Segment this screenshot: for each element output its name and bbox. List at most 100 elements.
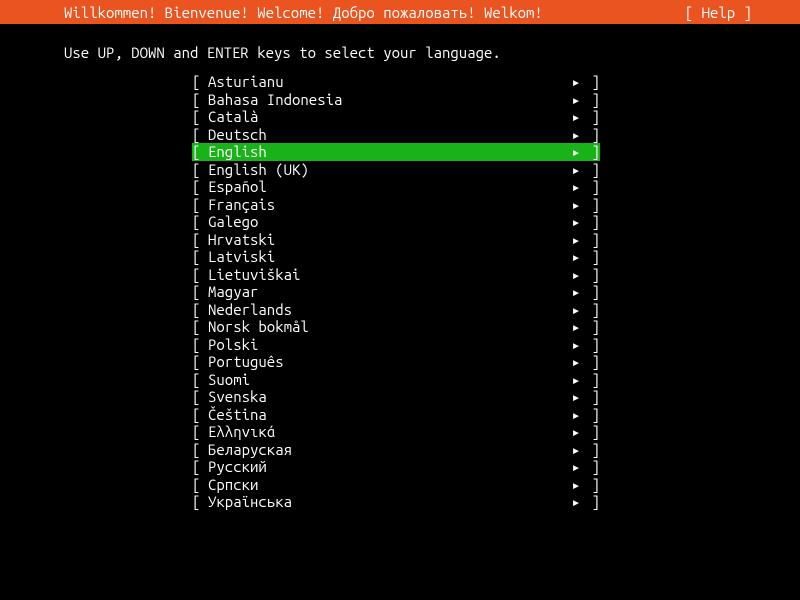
language-item[interactable]: [ Norsk bokmål▸ ] (192, 318, 600, 336)
language-item[interactable]: [ English▸ ] (192, 143, 600, 161)
bracket-close: ] (584, 283, 600, 301)
bracket-close: ] (584, 423, 600, 441)
language-item[interactable]: [ Latviski▸ ] (192, 248, 600, 266)
language-label: Bahasa Indonesia (208, 91, 568, 109)
bracket-open: [ (192, 458, 208, 476)
submenu-arrow-icon: ▸ (568, 126, 584, 144)
language-label: Français (208, 196, 568, 214)
bracket-close: ] (584, 178, 600, 196)
bracket-open: [ (192, 91, 208, 109)
language-item[interactable]: [ Српски▸ ] (192, 476, 600, 494)
submenu-arrow-icon: ▸ (568, 493, 584, 511)
bracket-open: [ (192, 231, 208, 249)
bracket-close: ] (584, 213, 600, 231)
submenu-arrow-icon: ▸ (568, 388, 584, 406)
language-item[interactable]: [ Čeština▸ ] (192, 406, 600, 424)
language-label: Српски (208, 476, 568, 494)
bracket-close: ] (584, 493, 600, 511)
submenu-arrow-icon: ▸ (568, 248, 584, 266)
submenu-arrow-icon: ▸ (568, 283, 584, 301)
language-item[interactable]: [ Deutsch▸ ] (192, 126, 600, 144)
submenu-arrow-icon: ▸ (568, 196, 584, 214)
submenu-arrow-icon: ▸ (568, 423, 584, 441)
bracket-open: [ (192, 493, 208, 511)
language-item[interactable]: [ Català▸ ] (192, 108, 600, 126)
bracket-open: [ (192, 301, 208, 319)
language-label: Asturianu (208, 73, 568, 91)
language-item[interactable]: [ Русский▸ ] (192, 458, 600, 476)
language-item[interactable]: [ Hrvatski▸ ] (192, 231, 600, 249)
bracket-close: ] (584, 336, 600, 354)
bracket-close: ] (584, 476, 600, 494)
submenu-arrow-icon: ▸ (568, 353, 584, 371)
bracket-open: [ (192, 283, 208, 301)
language-item[interactable]: [ Polski▸ ] (192, 336, 600, 354)
language-item[interactable]: [ Lietuviškai▸ ] (192, 266, 600, 284)
language-label: Deutsch (208, 126, 568, 144)
bracket-open: [ (192, 371, 208, 389)
language-item[interactable]: [ Nederlands▸ ] (192, 301, 600, 319)
titlebar-title: Willkommen! Bienvenue! Welcome! Добро по… (16, 4, 685, 21)
language-label: Беларуская (208, 441, 568, 459)
submenu-arrow-icon: ▸ (568, 213, 584, 231)
submenu-arrow-icon: ▸ (568, 318, 584, 336)
instruction-text: Use UP, DOWN and ENTER keys to select yo… (16, 24, 784, 73)
language-item[interactable]: [ Українська▸ ] (192, 493, 600, 511)
submenu-arrow-icon: ▸ (568, 161, 584, 179)
bracket-close: ] (584, 353, 600, 371)
bracket-open: [ (192, 126, 208, 144)
bracket-close: ] (584, 196, 600, 214)
bracket-open: [ (192, 213, 208, 231)
submenu-arrow-icon: ▸ (568, 108, 584, 126)
bracket-close: ] (584, 388, 600, 406)
bracket-open: [ (192, 161, 208, 179)
language-item[interactable]: [ Bahasa Indonesia▸ ] (192, 91, 600, 109)
language-item[interactable]: [ Asturianu▸ ] (192, 73, 600, 91)
bracket-close: ] (584, 301, 600, 319)
bracket-open: [ (192, 196, 208, 214)
bracket-close: ] (584, 126, 600, 144)
submenu-arrow-icon: ▸ (568, 143, 584, 161)
bracket-close: ] (584, 108, 600, 126)
language-list: [ Asturianu▸ ][ Bahasa Indonesia▸ ][ Cat… (16, 73, 784, 511)
bracket-open: [ (192, 318, 208, 336)
language-label: Українська (208, 493, 568, 511)
submenu-arrow-icon: ▸ (568, 476, 584, 494)
language-item[interactable]: [ Svenska▸ ] (192, 388, 600, 406)
language-item[interactable]: [ Suomi▸ ] (192, 371, 600, 389)
language-label: Polski (208, 336, 568, 354)
language-label: English (UK) (208, 161, 568, 179)
language-item[interactable]: [ Magyar▸ ] (192, 283, 600, 301)
language-label: Galego (208, 213, 568, 231)
submenu-arrow-icon: ▸ (568, 371, 584, 389)
language-item[interactable]: [ English (UK)▸ ] (192, 161, 600, 179)
language-item[interactable]: [ Español▸ ] (192, 178, 600, 196)
bracket-open: [ (192, 143, 208, 161)
submenu-arrow-icon: ▸ (568, 406, 584, 424)
language-label: Ελληνικά (208, 423, 568, 441)
language-item[interactable]: [ Français▸ ] (192, 196, 600, 214)
bracket-close: ] (584, 266, 600, 284)
language-item[interactable]: [ Беларуская▸ ] (192, 441, 600, 459)
bracket-open: [ (192, 388, 208, 406)
submenu-arrow-icon: ▸ (568, 73, 584, 91)
bracket-close: ] (584, 73, 600, 91)
content: Use UP, DOWN and ENTER keys to select yo… (0, 24, 800, 511)
submenu-arrow-icon: ▸ (568, 336, 584, 354)
language-label: Magyar (208, 283, 568, 301)
language-item[interactable]: [ Ελληνικά▸ ] (192, 423, 600, 441)
bracket-open: [ (192, 423, 208, 441)
bracket-open: [ (192, 248, 208, 266)
language-label: Hrvatski (208, 231, 568, 249)
language-label: Latviski (208, 248, 568, 266)
help-button[interactable]: [ Help ] (685, 4, 784, 21)
submenu-arrow-icon: ▸ (568, 458, 584, 476)
bracket-close: ] (584, 441, 600, 459)
bracket-close: ] (584, 458, 600, 476)
language-label: Lietuviškai (208, 266, 568, 284)
bracket-close: ] (584, 406, 600, 424)
language-label: Português (208, 353, 568, 371)
language-item[interactable]: [ Português▸ ] (192, 353, 600, 371)
submenu-arrow-icon: ▸ (568, 178, 584, 196)
language-item[interactable]: [ Galego▸ ] (192, 213, 600, 231)
